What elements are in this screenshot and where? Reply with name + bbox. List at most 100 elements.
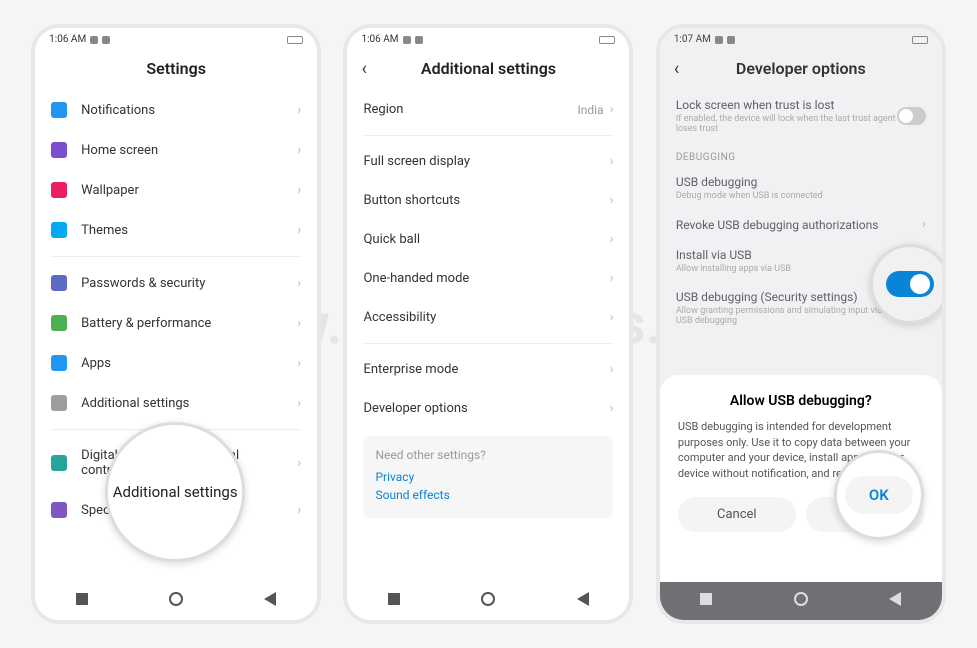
row-label: Developer options: [363, 401, 467, 416]
chevron-right-icon: ›: [297, 223, 301, 238]
cancel-button[interactable]: Cancel: [678, 497, 796, 532]
region-value: India: [577, 103, 603, 117]
row-label: Home screen: [81, 143, 158, 158]
row-label: USB debugging (Security settings): [676, 290, 898, 304]
settings-row-security[interactable]: Passwords & security ›: [51, 263, 301, 303]
status-icon: [715, 36, 723, 44]
chevron-right-icon: ›: [297, 276, 301, 291]
row-label: Themes: [81, 223, 128, 238]
chevron-right-icon: ›: [297, 456, 301, 471]
nav-recent-icon[interactable]: [700, 593, 712, 605]
back-button[interactable]: ‹: [361, 58, 366, 79]
page-title: Developer options: [736, 59, 866, 78]
special-icon: [51, 502, 67, 518]
chevron-right-icon: ›: [610, 102, 614, 117]
row-button-shortcuts[interactable]: Button shortcuts ›: [363, 181, 613, 220]
wallpaper-icon: [51, 182, 67, 198]
row-revoke-auth[interactable]: Revoke USB debugging authorizations ›: [676, 209, 926, 240]
ok-button-highlight[interactable]: OK: [845, 476, 913, 514]
nav-home-icon[interactable]: [169, 592, 183, 606]
row-one-handed[interactable]: One-handed mode›: [363, 259, 613, 298]
chevron-right-icon: ›: [297, 356, 301, 371]
nav-home-icon[interactable]: [481, 592, 495, 606]
battery-icon: [599, 36, 615, 44]
status-bar: 1:07 AM: [660, 28, 942, 47]
developer-options-list: Lock screen when trust is lost If enable…: [660, 90, 942, 582]
status-icon: [727, 36, 735, 44]
status-time: 1:06 AM: [361, 34, 398, 45]
phone-additional-settings: 1:06 AM ‹ Additional settings Region Ind…: [343, 24, 633, 624]
nav-recent-icon[interactable]: [76, 593, 88, 605]
toggle-usb-debugging[interactable]: [886, 271, 934, 297]
home-icon: [51, 142, 67, 158]
row-lock-screen-trust[interactable]: Lock screen when trust is lost If enable…: [676, 90, 926, 142]
row-label: Button shortcuts: [363, 193, 460, 208]
status-bar: 1:06 AM: [347, 28, 629, 47]
settings-row-wallpaper[interactable]: Wallpaper ›: [51, 170, 301, 210]
row-label: Install via USB: [676, 248, 791, 262]
link-sound-effects[interactable]: Sound effects: [375, 488, 601, 502]
settings-row-notifications[interactable]: Notifications ›: [51, 90, 301, 130]
magnify-usb-toggle: [870, 244, 942, 324]
back-button[interactable]: ‹: [674, 58, 679, 79]
nav-recent-icon[interactable]: [388, 593, 400, 605]
page-header: ‹ Additional settings: [347, 47, 629, 90]
apps-icon: [51, 355, 67, 371]
magnify-ok-button: OK: [834, 450, 924, 540]
page-title: Additional settings: [421, 59, 556, 78]
row-developer-options[interactable]: Developer options ›: [363, 389, 613, 428]
chevron-right-icon: ›: [297, 316, 301, 331]
chevron-right-icon: ›: [297, 503, 301, 518]
notifications-icon: [51, 102, 67, 118]
row-label: USB debugging: [676, 175, 823, 189]
toggle-lock-trust[interactable]: [897, 107, 926, 125]
settings-row-battery[interactable]: Battery & performance ›: [51, 303, 301, 343]
additional-icon: [51, 395, 67, 411]
row-label: Apps: [81, 356, 111, 371]
row-sub: Allow granting permissions and simulatin…: [676, 306, 898, 326]
row-label: Passwords & security: [81, 276, 205, 291]
chevron-right-icon: ›: [610, 401, 614, 416]
settings-row-themes[interactable]: Themes ›: [51, 210, 301, 250]
nav-back-icon[interactable]: [577, 592, 589, 606]
nav-back-icon[interactable]: [264, 592, 276, 606]
row-label: Revoke USB debugging authorizations: [676, 218, 879, 232]
themes-icon: [51, 222, 67, 238]
nav-home-icon[interactable]: [794, 592, 808, 606]
divider: [363, 343, 613, 344]
row-sub: Debug mode when USB is connected: [676, 191, 823, 201]
nav-back-icon[interactable]: [889, 592, 901, 606]
settings-row-apps[interactable]: Apps ›: [51, 343, 301, 383]
row-label: Region: [363, 102, 403, 117]
section-debugging: DEBUGGING: [676, 152, 926, 163]
battery-icon: [51, 315, 67, 331]
status-icon: [403, 36, 411, 44]
row-label: Quick ball: [363, 232, 420, 247]
divider: [363, 135, 613, 136]
additional-settings-list: Region India › Full screen display› Butt…: [347, 90, 629, 582]
row-label: Lock screen when trust is lost: [676, 98, 898, 112]
settings-row-additional[interactable]: Additional settings ›: [51, 383, 301, 423]
page-header: Settings: [35, 47, 317, 90]
status-time: 1:07 AM: [674, 34, 711, 45]
chevron-right-icon: ›: [610, 193, 614, 208]
row-usb-debugging[interactable]: USB debugging Debug mode when USB is con…: [676, 167, 926, 209]
row-label: Accessibility: [363, 310, 436, 325]
nav-bar: [347, 582, 629, 620]
wellbeing-icon: [51, 455, 67, 471]
link-privacy[interactable]: Privacy: [375, 470, 601, 484]
row-enterprise[interactable]: Enterprise mode›: [363, 350, 613, 389]
magnify-additional-settings: Additional settings: [105, 422, 245, 562]
row-region[interactable]: Region India ›: [363, 90, 613, 129]
status-icon: [415, 36, 423, 44]
row-sub: If enabled, the device will lock when th…: [676, 114, 898, 134]
settings-row-home[interactable]: Home screen ›: [51, 130, 301, 170]
row-fullscreen[interactable]: Full screen display›: [363, 142, 613, 181]
row-label: Full screen display: [363, 154, 470, 169]
row-accessibility[interactable]: Accessibility›: [363, 298, 613, 337]
chevron-right-icon: ›: [297, 103, 301, 118]
phone-developer-options: 1:07 AM ‹ Developer options Lock screen …: [656, 24, 946, 624]
chevron-right-icon: ›: [610, 232, 614, 247]
row-quick-ball[interactable]: Quick ball ›: [363, 220, 613, 259]
battery-icon: [287, 36, 303, 44]
